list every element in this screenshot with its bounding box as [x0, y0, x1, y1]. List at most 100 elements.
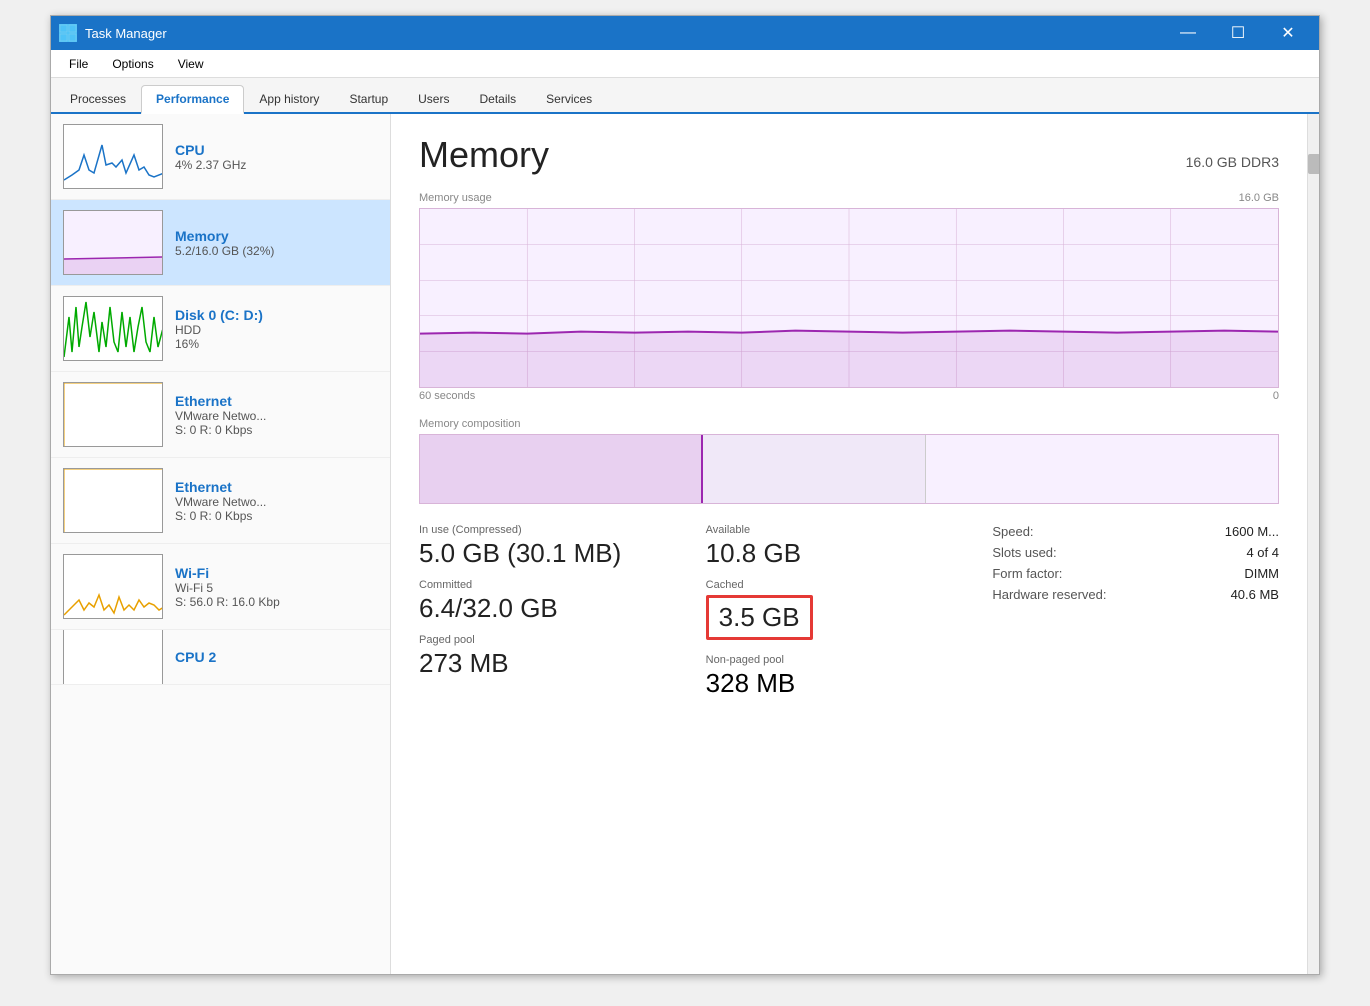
wifi-sub1: Wi-Fi 5	[175, 581, 378, 595]
stats-left: In use (Compressed) 5.0 GB (30.1 MB) Com…	[419, 524, 706, 699]
memory-name: Memory	[175, 228, 378, 244]
minimize-button[interactable]: —	[1165, 16, 1211, 50]
comp-segment-free	[926, 435, 1278, 503]
cpu-name: CPU	[175, 142, 378, 158]
memory-info: Memory 5.2/16.0 GB (32%)	[175, 228, 378, 258]
close-button[interactable]: ✕	[1265, 16, 1311, 50]
detail-panel: Memory 16.0 GB DDR3 Memory usage 16.0 GB	[391, 114, 1307, 974]
disk-thumbnail	[63, 296, 163, 361]
tab-app-history[interactable]: App history	[244, 85, 334, 112]
cpu-info: CPU 4% 2.37 GHz	[175, 142, 378, 172]
tab-processes[interactable]: Processes	[55, 85, 141, 112]
chart-time-left: 60 seconds	[419, 390, 475, 402]
slots-label: Slots used:	[992, 545, 1056, 560]
maximize-button[interactable]: ☐	[1215, 16, 1261, 50]
tab-users[interactable]: Users	[403, 85, 464, 112]
disk-sub1: HDD	[175, 323, 378, 337]
form-label: Form factor:	[992, 566, 1062, 581]
memory-usage-chart	[419, 208, 1279, 388]
cpu2-thumbnail	[63, 630, 163, 685]
title-bar: Task Manager — ☐ ✕	[51, 16, 1319, 50]
speed-value: 1600 M...	[1225, 524, 1279, 539]
in-use-value: 5.0 GB (30.1 MB)	[419, 538, 706, 569]
cpu2-name: CPU 2	[175, 649, 378, 665]
scrollbar[interactable]	[1307, 114, 1319, 974]
wifi-info: Wi-Fi Wi-Fi 5 S: 56.0 R: 16.0 Kbp	[175, 565, 378, 609]
disk-info: Disk 0 (C: D:) HDD 16%	[175, 307, 378, 351]
main-content: CPU 4% 2.37 GHz Memory 5.2/16.0 GB (32%)	[51, 114, 1319, 974]
composition-bar	[419, 434, 1279, 504]
memory-thumbnail	[63, 210, 163, 275]
cached-value: 3.5 GB	[706, 595, 813, 640]
ethernet1-sub2: S: 0 R: 0 Kbps	[175, 423, 378, 437]
composition-label: Memory composition	[419, 418, 1279, 430]
sidebar-item-memory[interactable]: Memory 5.2/16.0 GB (32%)	[51, 200, 390, 286]
sidebar-item-wifi[interactable]: Wi-Fi Wi-Fi 5 S: 56.0 R: 16.0 Kbp	[51, 544, 390, 630]
memory-max-label: 16.0 GB	[1239, 192, 1279, 204]
cpu2-info: CPU 2	[175, 649, 378, 665]
sidebar: CPU 4% 2.37 GHz Memory 5.2/16.0 GB (32%)	[51, 114, 391, 974]
non-paged-pool-value: 328 MB	[706, 668, 993, 699]
comp-segment-inuse	[420, 435, 703, 503]
ethernet2-thumbnail	[63, 468, 163, 533]
in-use-label: In use (Compressed)	[419, 524, 706, 536]
window-title: Task Manager	[85, 26, 167, 41]
committed-value: 6.4/32.0 GB	[419, 593, 706, 624]
memory-sub: 5.2/16.0 GB (32%)	[175, 244, 378, 258]
cached-label: Cached	[706, 579, 993, 591]
menu-options[interactable]: Options	[102, 53, 163, 75]
scrollbar-thumb[interactable]	[1308, 154, 1320, 174]
disk-sub2: 16%	[175, 337, 378, 351]
sidebar-item-ethernet2[interactable]: Ethernet VMware Netwo... S: 0 R: 0 Kbps	[51, 458, 390, 544]
available-label: Available	[706, 524, 993, 536]
cached-value-wrapper: 3.5 GB	[706, 595, 993, 640]
detail-header: Memory 16.0 GB DDR3	[419, 134, 1279, 176]
ethernet1-name: Ethernet	[175, 393, 378, 409]
stats-area: In use (Compressed) 5.0 GB (30.1 MB) Com…	[419, 524, 1279, 699]
form-value: DIMM	[1244, 566, 1279, 581]
wifi-thumbnail	[63, 554, 163, 619]
memory-usage-label: Memory usage	[419, 192, 492, 204]
tab-startup[interactable]: Startup	[334, 85, 403, 112]
sidebar-item-cpu[interactable]: CPU 4% 2.37 GHz	[51, 114, 390, 200]
ethernet1-thumbnail	[63, 382, 163, 447]
menu-bar: File Options View	[51, 50, 1319, 78]
slots-row: Slots used: 4 of 4	[992, 545, 1279, 560]
memory-composition-section: Memory composition	[419, 418, 1279, 504]
available-value: 10.8 GB	[706, 538, 993, 569]
wifi-name: Wi-Fi	[175, 565, 378, 581]
sidebar-item-ethernet1[interactable]: Ethernet VMware Netwo... S: 0 R: 0 Kbps	[51, 372, 390, 458]
paged-pool-label: Paged pool	[419, 634, 706, 646]
paged-pool-value: 273 MB	[419, 648, 706, 679]
slots-value: 4 of 4	[1246, 545, 1279, 560]
chart-time-right: 0	[1273, 390, 1279, 402]
cpu-thumbnail	[63, 124, 163, 189]
ethernet2-sub1: VMware Netwo...	[175, 495, 378, 509]
ethernet2-info: Ethernet VMware Netwo... S: 0 R: 0 Kbps	[175, 479, 378, 523]
tab-performance[interactable]: Performance	[141, 85, 244, 114]
speed-row: Speed: 1600 M...	[992, 524, 1279, 539]
task-manager-window: Task Manager — ☐ ✕ File Options View Pro…	[50, 15, 1320, 975]
ethernet2-sub2: S: 0 R: 0 Kbps	[175, 509, 378, 523]
tab-services[interactable]: Services	[531, 85, 607, 112]
stats-right: Speed: 1600 M... Slots used: 4 of 4 Form…	[992, 524, 1279, 699]
sidebar-item-cpu2[interactable]: CPU 2	[51, 630, 390, 685]
tab-details[interactable]: Details	[464, 85, 531, 112]
ethernet1-info: Ethernet VMware Netwo... S: 0 R: 0 Kbps	[175, 393, 378, 437]
window-controls: — ☐ ✕	[1165, 16, 1311, 50]
app-icon	[59, 24, 77, 42]
menu-file[interactable]: File	[59, 53, 98, 75]
detail-spec: 16.0 GB DDR3	[1186, 154, 1279, 170]
disk-name: Disk 0 (C: D:)	[175, 307, 378, 323]
chart-time-label-row: 60 seconds 0	[419, 390, 1279, 402]
speed-label: Speed:	[992, 524, 1033, 539]
chart-label-row: Memory usage 16.0 GB	[419, 192, 1279, 204]
hw-reserved-row: Hardware reserved: 40.6 MB	[992, 587, 1279, 602]
menu-view[interactable]: View	[168, 53, 214, 75]
ethernet2-name: Ethernet	[175, 479, 378, 495]
comp-segment-cached	[703, 435, 926, 503]
wifi-sub2: S: 56.0 R: 16.0 Kbp	[175, 595, 378, 609]
cpu-sub: 4% 2.37 GHz	[175, 158, 378, 172]
hw-reserved-value: 40.6 MB	[1231, 587, 1279, 602]
sidebar-item-disk[interactable]: Disk 0 (C: D:) HDD 16%	[51, 286, 390, 372]
